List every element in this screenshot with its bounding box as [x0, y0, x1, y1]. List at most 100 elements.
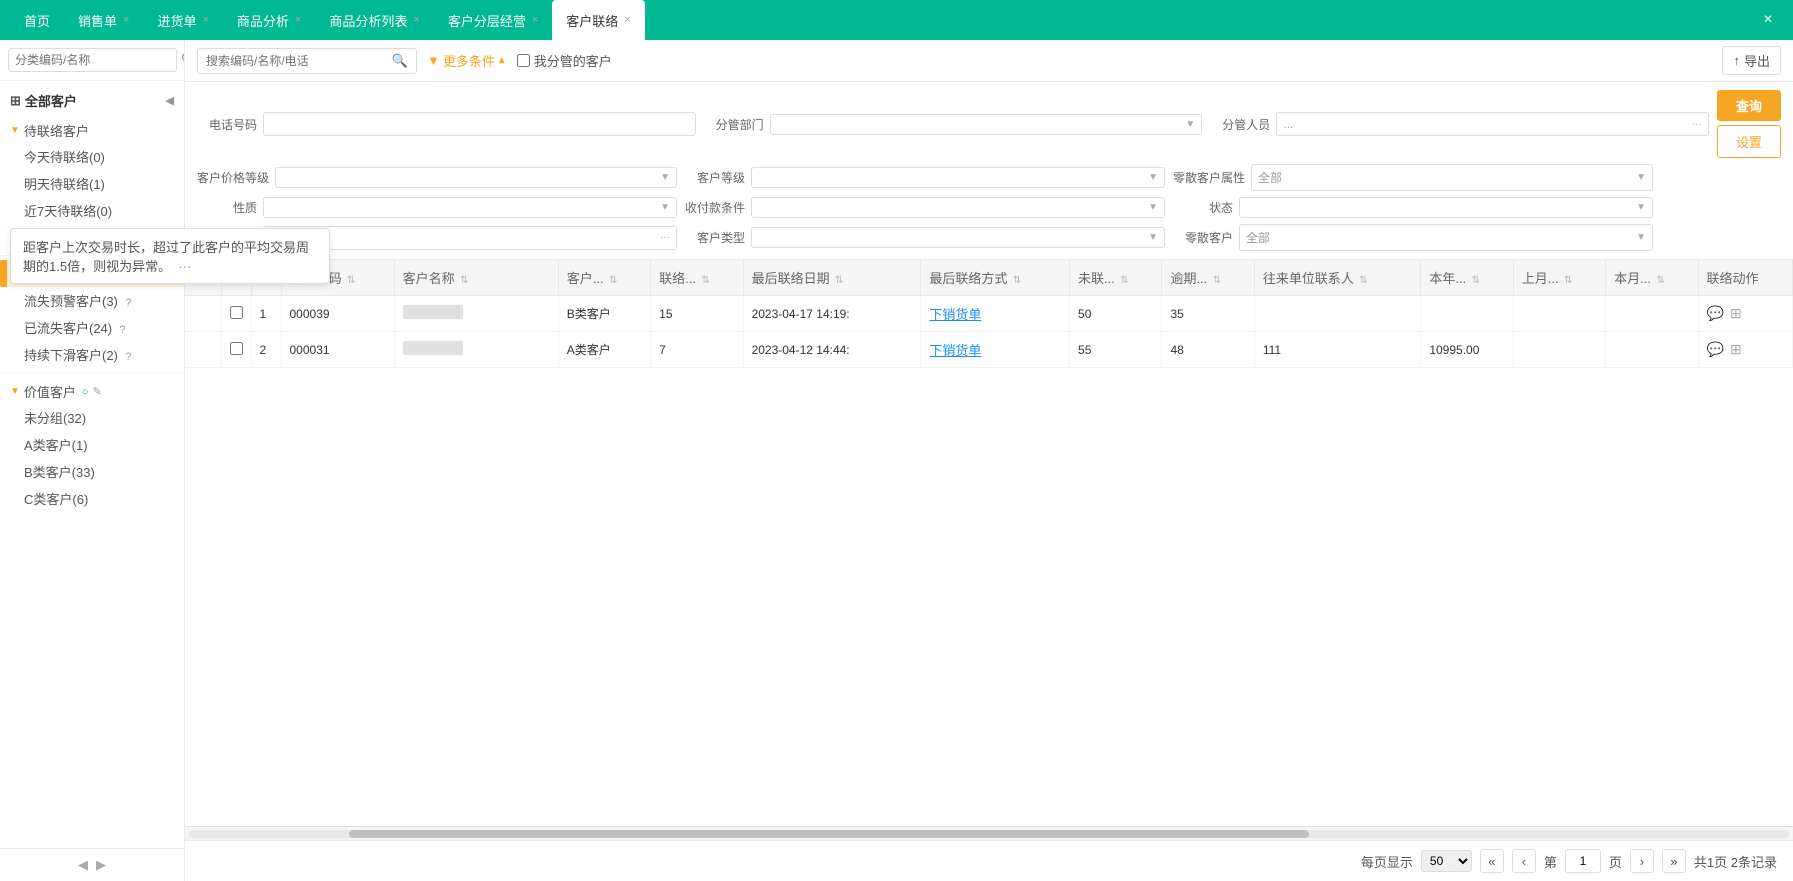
customer-grade-select[interactable]: ▼ [751, 167, 1165, 188]
nav-product-analysis[interactable]: 商品分析 × [223, 0, 315, 40]
th-unread[interactable]: 未联... ⇅ [1070, 260, 1162, 296]
pagination-bar: 每页显示 50 20 100 « ‹ 第 页 › » 共1页 2条记录 [185, 840, 1793, 881]
row1-select-checkbox[interactable] [230, 306, 243, 319]
row2-grid-icon[interactable]: ⊞ [1730, 341, 1742, 358]
sidebar-tomorrow-wait[interactable]: 明天待联络(1) [0, 170, 184, 197]
query-button[interactable]: 查询 [1717, 90, 1781, 121]
th-this-month[interactable]: 本月... ⇅ [1606, 260, 1698, 296]
filter-search-icon[interactable]: 🔍 [392, 53, 408, 69]
nav-sales-close[interactable]: × [123, 14, 129, 26]
row1-chat-icon[interactable]: 💬 [1707, 305, 1724, 322]
nature-select[interactable]: ▼ [263, 197, 677, 218]
scattered-attr-select[interactable]: 全部 ▼ [1251, 164, 1653, 191]
nav-customer-contact-close[interactable]: × [624, 14, 630, 26]
nav-purchase-close[interactable]: × [202, 14, 208, 26]
page-number-input[interactable] [1565, 849, 1601, 873]
customer-edit-icon[interactable]: ✎ [93, 385, 102, 398]
th-contact[interactable]: 联络... ⇅ [651, 260, 743, 296]
nav-purchase[interactable]: 进货单 × [143, 0, 222, 40]
row2-unread: 55 [1070, 332, 1162, 368]
unread-sort-icon: ⇅ [1120, 275, 1128, 286]
declining-help-icon[interactable]: ? [125, 351, 131, 363]
th-overdue[interactable]: 逾期... ⇅ [1162, 260, 1254, 296]
nav-product-analysis-list[interactable]: 商品分析列表 × [315, 0, 433, 40]
sidebar-type-c[interactable]: C类客户(6) [0, 485, 184, 512]
value-arrow-icon: ▼ [10, 386, 20, 397]
more-conditions-btn[interactable]: ▼ 更多条件 ▲ [427, 51, 507, 70]
sidebar-wait-section[interactable]: ▼ 待联络客户 [0, 116, 184, 143]
th-last-month[interactable]: 上月... ⇅ [1513, 260, 1605, 296]
row1-last-method[interactable]: 下销货单 [921, 296, 1070, 332]
sidebar-loss-warning[interactable]: 流失预警客户(3) ? [0, 287, 184, 314]
nav-product-analysis-list-close[interactable]: × [413, 14, 419, 26]
settings-button[interactable]: 设置 [1717, 125, 1781, 158]
sidebar-unassigned[interactable]: 未分组(32) [0, 404, 184, 431]
lost-help-icon[interactable]: ? [119, 324, 125, 336]
row1-contact: 15 [651, 296, 743, 332]
row1-method-link[interactable]: 下销货单 [929, 307, 981, 322]
table-row: 2 000031 A类客户 7 2023-04-12 14:44: 下销货单 5… [185, 332, 1793, 368]
my-customer-checkbox[interactable] [517, 54, 530, 67]
customer-type-select[interactable]: ▼ [751, 227, 1165, 248]
sidebar-already-lost[interactable]: 已流失客户(24) ? [0, 314, 184, 341]
sidebar-type-a[interactable]: A类客户(1) [0, 431, 184, 458]
export-button[interactable]: ↑ 导出 [1722, 46, 1781, 75]
sidebar-declining[interactable]: 持续下滑客户(2) ? [0, 341, 184, 368]
sidebar-all-customers[interactable]: ⊞ 全部客户 ◀ [0, 85, 184, 116]
th-type[interactable]: 客户... ⇅ [558, 260, 650, 296]
prev-page-btn[interactable]: ‹ [1512, 849, 1536, 873]
sidebar-right-arrow[interactable]: ▶ [92, 853, 110, 877]
next-page-btn[interactable]: › [1630, 849, 1654, 873]
scattered-customer-select[interactable]: 全部 ▼ [1239, 224, 1653, 251]
customer-add-icon[interactable]: ○ [82, 386, 89, 398]
window-close-button[interactable]: × [1753, 5, 1783, 35]
sidebar-value-customer-section[interactable]: ▼ 价值客户 ○ ✎ [0, 377, 184, 404]
horizontal-scrollbar[interactable] [185, 826, 1793, 840]
first-page-btn[interactable]: « [1480, 849, 1504, 873]
nav-customer-contact[interactable]: 客户联络 × [552, 0, 644, 40]
name-sort-icon: ⇅ [460, 275, 468, 286]
nav-home[interactable]: 首页 [10, 0, 64, 40]
row2-last-method[interactable]: 下销货单 [921, 332, 1070, 368]
manager-select[interactable]: ... ··· [1276, 112, 1709, 136]
loss-help-icon[interactable]: ? [125, 297, 131, 309]
customer-type-field: 客户类型 ▼ [685, 227, 1165, 248]
contact-person-sort-icon: ⇅ [1359, 275, 1367, 286]
row2-method-link[interactable]: 下销货单 [929, 343, 981, 358]
nature-field: 性质 ▼ [197, 197, 677, 218]
row2-chat-icon[interactable]: 💬 [1707, 341, 1724, 358]
row2-select-checkbox[interactable] [230, 342, 243, 355]
th-last-date[interactable]: 最后联络日期 ⇅ [743, 260, 921, 296]
sidebar-today-wait[interactable]: 今天待联络(0) [0, 143, 184, 170]
sidebar-collapse-btn[interactable]: ◀ [166, 94, 174, 107]
th-this-year[interactable]: 本年... ⇅ [1421, 260, 1513, 296]
dept-select[interactable]: ▼ [770, 114, 1203, 135]
row1-contact-person [1254, 296, 1420, 332]
per-page-select[interactable]: 50 20 100 [1421, 850, 1472, 872]
customer-grade-field: 客户等级 ▼ [685, 167, 1165, 188]
phone-input[interactable] [263, 112, 696, 136]
th-action: 联络动作 [1698, 260, 1792, 296]
last-page-btn[interactable]: » [1662, 849, 1686, 873]
th-last-method[interactable]: 最后联络方式 ⇅ [921, 260, 1070, 296]
extra-more-icon: ··· [660, 232, 670, 243]
scrollbar-track[interactable] [189, 830, 1789, 838]
sidebar-type-b[interactable]: B类客户(33) [0, 458, 184, 485]
price-grade-select[interactable]: ▼ [275, 167, 677, 188]
nav-customer-tier-close[interactable]: × [532, 14, 538, 26]
th-contact-person[interactable]: 往来单位联系人 ⇅ [1254, 260, 1420, 296]
sidebar-7day-wait[interactable]: 近7天待联络(0) [0, 197, 184, 224]
nav-customer-tier[interactable]: 客户分层经营 × [434, 0, 552, 40]
filter-search-input[interactable] [206, 54, 388, 68]
row1-grid-icon[interactable]: ⊞ [1730, 305, 1742, 322]
nav-sales[interactable]: 销售单 × [64, 0, 143, 40]
payment-select[interactable]: ▼ [751, 197, 1165, 218]
tooltip-more-icon[interactable]: ··· [185, 259, 191, 274]
status-select[interactable]: ▼ [1239, 197, 1653, 218]
sidebar-left-arrow[interactable]: ◀ [74, 853, 92, 877]
sidebar-search-input[interactable] [8, 48, 177, 72]
scrollbar-thumb[interactable] [349, 830, 1309, 838]
sidebar-bottom: ◀ ▶ [0, 848, 184, 881]
th-name[interactable]: 客户名称 ⇅ [394, 260, 558, 296]
nav-product-analysis-close[interactable]: × [295, 14, 301, 26]
